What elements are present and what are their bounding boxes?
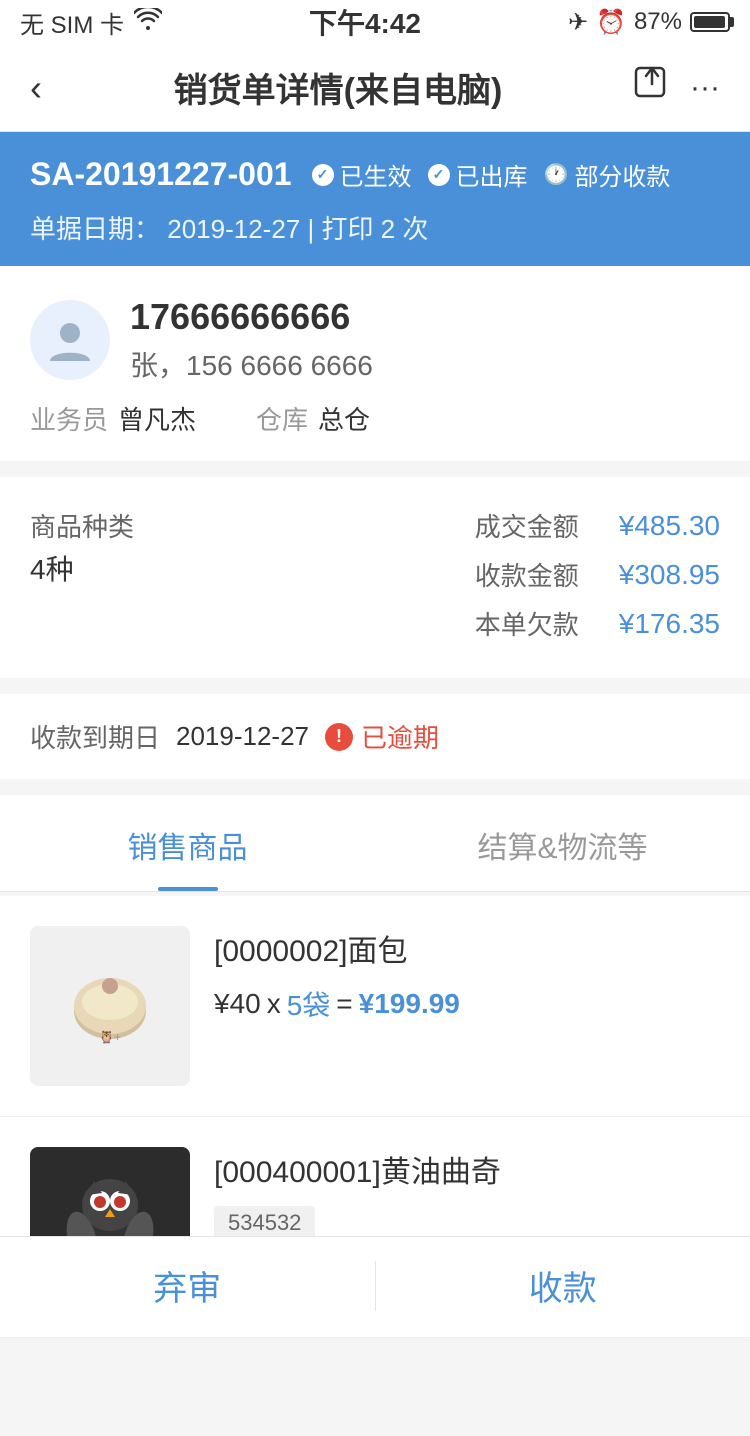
transaction-row: 成交金额 ¥485.30 — [475, 507, 720, 544]
page-title: 销货单详情(来自电脑) — [174, 63, 503, 112]
date-label: 单据日期： — [30, 214, 160, 244]
collect-button[interactable]: 收款 — [376, 1237, 750, 1334]
status-effective-label: 已生效 — [340, 157, 412, 192]
bread-total: ¥199.99 — [359, 988, 460, 1020]
customer-phone-display: 17666666666 — [130, 296, 373, 338]
summary-left: 商品种类 4种 — [30, 507, 134, 588]
status-right: ✈ ⏰ 87% — [568, 8, 730, 37]
customer-section: 17666666666 张，156 6666 6666 业务员 曾凡杰 仓库 总… — [0, 266, 750, 461]
share-icon[interactable] — [634, 66, 670, 110]
product-tag-cookie: 534532 — [214, 1206, 315, 1240]
more-icon[interactable]: ··· — [690, 71, 720, 105]
product-name-cookie: [000400001]黄油曲奇 — [214, 1147, 720, 1191]
due-date-section: 收款到期日 2019-12-27 ! 已逾期 — [0, 694, 750, 779]
status-left: 无 SIM 卡 — [20, 5, 162, 40]
clock-icon: 🕐 — [544, 162, 569, 187]
time-display: 下午4:42 — [309, 2, 421, 42]
collected-label: 收款金额 — [475, 556, 579, 593]
warehouse-label: 仓库 — [256, 400, 308, 437]
tab-sales-products[interactable]: 销售商品 — [0, 795, 375, 891]
svg-text:🦉+: 🦉+ — [99, 1030, 121, 1044]
customer-details: 17666666666 张，156 6666 6666 — [130, 296, 373, 384]
bottom-bar: 弃审 收款 — [0, 1236, 750, 1334]
back-button[interactable]: ‹ — [30, 67, 42, 109]
tab-settlement[interactable]: 结算&物流等 — [375, 795, 750, 891]
nav-right-icons: ··· — [634, 66, 720, 110]
product-type-label: 商品种类 — [30, 507, 134, 544]
nav-bar: ‹ 销货单详情(来自电脑) ··· — [0, 44, 750, 132]
debt-value: ¥176.35 — [619, 608, 720, 640]
due-date-value: 2019-12-27 — [176, 721, 309, 752]
bread-qty: 5袋 — [287, 984, 331, 1024]
due-label: 收款到期日 — [30, 718, 160, 755]
product-info-bread: [0000002]面包 ¥40 x 5袋 = ¥199.99 — [214, 926, 720, 1024]
product-price-bread: ¥40 x 5袋 = ¥199.99 — [214, 984, 720, 1024]
abandon-button[interactable]: 弃审 — [0, 1237, 375, 1334]
bread-price: ¥40 — [214, 988, 261, 1020]
customer-avatar — [30, 300, 110, 380]
carrier-text: 无 SIM 卡 — [20, 5, 124, 40]
status-shipped: ✓ 已出库 — [428, 157, 528, 192]
debt-row: 本单欠款 ¥176.35 — [475, 605, 720, 642]
customer-meta: 业务员 曾凡杰 仓库 总仓 — [30, 400, 720, 437]
summary-right: 成交金额 ¥485.30 收款金额 ¥308.95 本单欠款 ¥176.35 — [475, 507, 720, 654]
order-banner: SA-20191227-001 ✓ 已生效 ✓ 已出库 🕐 部分收款 单据日期：… — [0, 132, 750, 266]
battery-icon — [690, 12, 730, 32]
status-effective: ✓ 已生效 — [312, 157, 412, 192]
print-info: | 打印 2 次 — [307, 214, 428, 244]
check-icon-2: ✓ — [428, 164, 450, 186]
product-type-value: 4种 — [30, 548, 134, 588]
tabs-row: 销售商品 结算&物流等 — [0, 795, 750, 892]
product-item-bread: 🦉+ [0000002]面包 ¥40 x 5袋 = ¥199.99 — [0, 896, 750, 1117]
bread-image-placeholder: 🦉+ — [30, 926, 190, 1086]
order-date-row: 单据日期： 2019-12-27 | 打印 2 次 — [30, 209, 720, 246]
product-name-bread: [0000002]面包 — [214, 926, 720, 970]
status-partial: 🕐 部分收款 — [544, 157, 671, 192]
product-img-bread: 🦉+ — [30, 926, 190, 1086]
check-icon-1: ✓ — [312, 164, 334, 186]
debt-label: 本单欠款 — [475, 605, 579, 642]
overdue-badge: ! 已逾期 — [325, 718, 439, 755]
warehouse-meta: 仓库 总仓 — [256, 400, 370, 437]
location-icon: ✈ — [568, 8, 588, 37]
staff-label: 业务员 — [30, 400, 108, 437]
collected-value: ¥308.95 — [619, 559, 720, 591]
staff-meta: 业务员 曾凡杰 — [30, 400, 196, 437]
alarm-icon: ⏰ — [596, 8, 626, 37]
collected-row: 收款金额 ¥308.95 — [475, 556, 720, 593]
customer-top: 17666666666 张，156 6666 6666 — [30, 296, 720, 384]
order-id-row: SA-20191227-001 ✓ 已生效 ✓ 已出库 🕐 部分收款 — [30, 156, 720, 193]
order-id: SA-20191227-001 — [30, 156, 292, 193]
overdue-icon: ! — [325, 723, 353, 751]
summary-section: 商品种类 4种 成交金额 ¥485.30 收款金额 ¥308.95 本单欠款 ¥… — [0, 477, 750, 678]
status-tags: ✓ 已生效 ✓ 已出库 🕐 部分收款 — [312, 157, 671, 192]
staff-name: 曾凡杰 — [118, 400, 196, 437]
tabs-section: 销售商品 结算&物流等 — [0, 795, 750, 892]
status-partial-label: 部分收款 — [574, 157, 670, 192]
wifi-icon — [134, 8, 162, 37]
warehouse-name: 总仓 — [318, 400, 370, 437]
status-shipped-label: 已出库 — [456, 157, 528, 192]
overdue-text: 已逾期 — [361, 718, 439, 755]
transaction-value: ¥485.30 — [619, 510, 720, 542]
status-bar: 无 SIM 卡 下午4:42 ✈ ⏰ 87% — [0, 0, 750, 44]
customer-name-phone: 张，156 6666 6666 — [130, 344, 373, 384]
bread-multiply: x — [267, 988, 281, 1020]
battery-percent: 87% — [634, 8, 682, 36]
bread-equals: = — [336, 988, 352, 1020]
order-date: 2019-12-27 — [167, 214, 300, 244]
transaction-label: 成交金额 — [475, 507, 579, 544]
